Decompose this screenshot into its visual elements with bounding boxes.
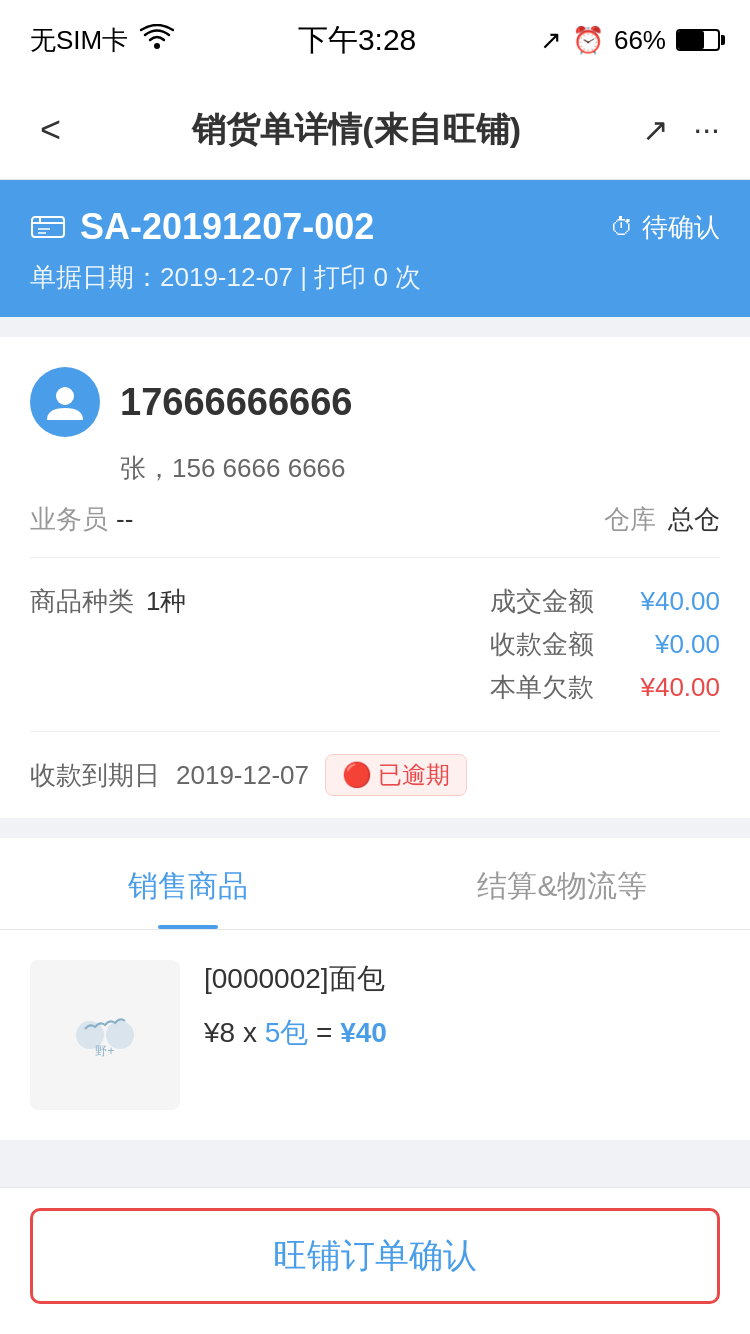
more-icon[interactable]: ··· (693, 111, 720, 148)
status-text: 待确认 (642, 210, 720, 245)
warehouse-label: 仓库 (604, 502, 656, 537)
tab-sales-products[interactable]: 销售商品 (0, 838, 375, 929)
customer-name: 张，156 6666 6666 (30, 451, 720, 486)
order-id: SA-20191207-002 (30, 206, 374, 248)
status-bar-left: 无SIM卡 (30, 23, 174, 58)
equals-text: = (308, 1017, 340, 1048)
nav-actions: ↗ ··· (642, 111, 720, 149)
battery-percent: 66% (614, 25, 666, 56)
confirm-order-button[interactable]: 旺铺订单确认 (30, 1208, 720, 1304)
status-bar-time: 下午3:28 (298, 20, 416, 61)
customer-top: 17666666666 (30, 367, 720, 437)
bottom-bar: 旺铺订单确认 (0, 1187, 750, 1334)
due-date-value: 2019-12-07 (176, 760, 309, 791)
order-status: ⏱ 待确认 (610, 210, 720, 245)
customer-info: 17666666666 张，156 6666 6666 业务员 -- 仓库 总仓 (0, 337, 750, 557)
owed-row: 本单欠款 ¥40.00 (490, 670, 720, 705)
status-bar: 无SIM卡 下午3:28 ↗ ⏰ 66% (0, 0, 750, 80)
amount-label: 成交金额 (490, 584, 594, 619)
qty-text: 5包 (265, 1017, 309, 1048)
owed-value: ¥40.00 (610, 672, 720, 703)
wifi-icon (140, 24, 174, 57)
header-card: SA-20191207-002 ⏱ 待确认 单据日期：2019-12-07 | … (0, 180, 750, 317)
received-value: ¥0.00 (610, 629, 720, 660)
received-label: 收款金额 (490, 627, 594, 662)
nav-bar: < 销货单详情(来自旺铺) ↗ ··· (0, 80, 750, 180)
amount-row: 成交金额 ¥40.00 (490, 584, 720, 619)
product-info: [0000002]面包 ¥8 x 5包 = ¥40 (204, 960, 720, 1052)
page-title: 销货单详情(来自旺铺) (71, 107, 642, 153)
svg-point-2 (56, 387, 74, 405)
product-item: 野+ [0000002]面包 ¥8 x 5包 = ¥40 (0, 930, 750, 1140)
product-price: ¥8 x 5包 = ¥40 (204, 1014, 720, 1052)
due-date-section: 收款到期日 2019-12-07 🔴 已逾期 (0, 732, 750, 818)
type-value: 1种 (146, 584, 186, 619)
received-row: 收款金额 ¥0.00 (490, 627, 720, 662)
clock-icon: ⏱ (610, 213, 634, 241)
location-icon: ↗ (540, 25, 562, 56)
overdue-alert-icon: 🔴 (342, 761, 372, 789)
product-name: [0000002]面包 (204, 960, 720, 998)
sales-value: -- (116, 504, 133, 535)
battery-icon (676, 29, 720, 51)
tab-settlement[interactable]: 结算&物流等 (375, 838, 750, 929)
back-button[interactable]: < (30, 99, 71, 161)
amount-value: ¥40.00 (610, 586, 720, 617)
customer-meta: 业务员 -- 仓库 总仓 (30, 502, 720, 537)
type-label: 商品种类 (30, 584, 134, 619)
avatar (30, 367, 100, 437)
svg-point-0 (154, 43, 160, 49)
tabs-header: 销售商品 结算&物流等 (0, 838, 750, 930)
sales-label: 业务员 (30, 502, 108, 537)
due-date-label: 收款到期日 (30, 758, 160, 793)
customer-phone: 17666666666 (120, 381, 352, 424)
owed-label: 本单欠款 (490, 670, 594, 705)
header-card-top: SA-20191207-002 ⏱ 待确认 (30, 206, 720, 248)
product-type: 商品种类 1种 (30, 584, 186, 619)
overdue-text: 已逾期 (378, 759, 450, 791)
amount-stats: 成交金额 ¥40.00 收款金额 ¥0.00 本单欠款 ¥40.00 (490, 584, 720, 705)
svg-rect-1 (32, 217, 64, 237)
warehouse-value: 总仓 (668, 502, 720, 537)
export-icon[interactable]: ↗ (642, 111, 669, 149)
status-bar-right: ↗ ⏰ 66% (540, 25, 720, 56)
alarm-icon: ⏰ (572, 25, 604, 56)
order-stats: 商品种类 1种 成交金额 ¥40.00 收款金额 ¥0.00 本单欠款 ¥40.… (0, 558, 750, 731)
overdue-badge: 🔴 已逾期 (325, 754, 467, 796)
svg-text:野+: 野+ (95, 1044, 114, 1058)
tabs-section: 销售商品 结算&物流等 野+ [0000002]面包 ¥8 x 5包 = ¥40 (0, 838, 750, 1140)
total-price: ¥40 (340, 1017, 387, 1048)
customer-section: 17666666666 张，156 6666 6666 业务员 -- 仓库 总仓… (0, 337, 750, 818)
price-formula-text: ¥8 x (204, 1017, 265, 1048)
order-date: 单据日期：2019-12-07 | 打印 0 次 (30, 260, 720, 295)
carrier-text: 无SIM卡 (30, 23, 128, 58)
product-thumbnail: 野+ (30, 960, 180, 1110)
